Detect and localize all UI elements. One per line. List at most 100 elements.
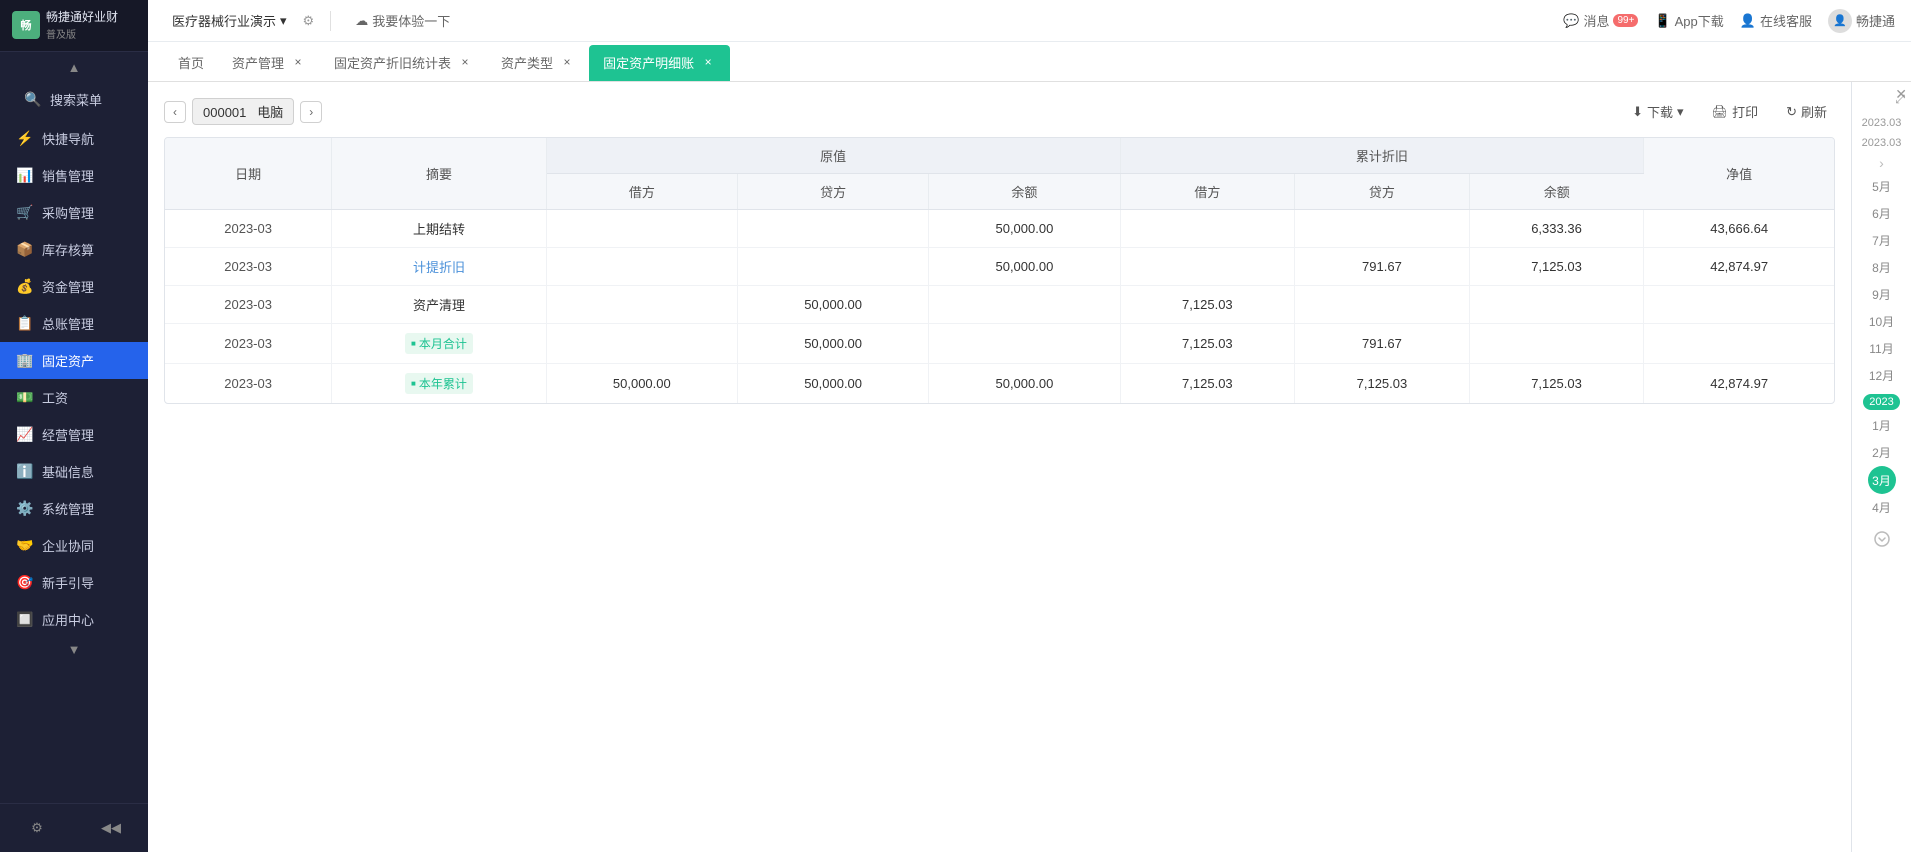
- toolbar: ‹ 000001 电脑 › ⬇: [164, 98, 1835, 125]
- sidebar-item-guide[interactable]: 🎯 新手引导: [0, 564, 148, 601]
- app-download-label: App下载: [1675, 11, 1724, 30]
- sidebar-item-label: 新手引导: [42, 573, 94, 592]
- basic-info-icon: ℹ️: [16, 462, 34, 480]
- download-icon: ⬇: [1632, 104, 1643, 120]
- print-label: 打印: [1732, 102, 1758, 121]
- sidebar-item-quick-nav[interactable]: ⚡ 快捷导航: [0, 120, 148, 157]
- panel-close-button[interactable]: ✕: [1895, 86, 1907, 103]
- print-button[interactable]: 🖨 打印: [1704, 98, 1767, 125]
- table-row: 2023-03本月合计50,000.007,125.03791.67: [165, 324, 1834, 364]
- table-row: 2023-03资产清理50,000.007,125.03: [165, 286, 1834, 324]
- gear-icon[interactable]: ⚙: [303, 13, 315, 29]
- timeline-month-5[interactable]: 5月: [1852, 173, 1911, 200]
- chevron-left-icon: ‹: [173, 105, 177, 119]
- sys-admin-icon: ⚙️: [16, 499, 34, 517]
- tab-close-icon[interactable]: ×: [457, 54, 473, 70]
- tab-home[interactable]: 首页: [164, 45, 218, 81]
- logo-icon: 畅: [12, 11, 40, 39]
- sidebar-item-search[interactable]: 🔍 搜索菜单: [8, 81, 140, 118]
- timeline-month-10[interactable]: 10月: [1852, 308, 1911, 335]
- settings-button[interactable]: ⚙: [21, 812, 53, 844]
- sidebar-item-ledger[interactable]: 📋 总账管理: [0, 305, 148, 342]
- timeline-up-icon[interactable]: ›: [1879, 153, 1884, 173]
- main-area: 医疗器械行业演示 ▾ ⚙ ☁ 我要体验一下 💬 消息 99+ 📱 App下载 👤: [148, 0, 1911, 852]
- sidebar-item-cooperation[interactable]: 🤝 企业协同: [0, 527, 148, 564]
- sidebar-item-purchase[interactable]: 🛒 采购管理: [0, 194, 148, 231]
- sidebar-item-label: 搜索菜单: [50, 90, 102, 109]
- sidebar-item-operations[interactable]: 📈 经营管理: [0, 416, 148, 453]
- prev-asset-button[interactable]: ‹: [164, 101, 186, 123]
- timeline-month-11[interactable]: 11月: [1852, 335, 1911, 362]
- timeline-month-2[interactable]: 2月: [1852, 439, 1911, 466]
- th-summary: 摘要: [332, 138, 546, 210]
- ledger-icon: 📋: [16, 314, 34, 332]
- sidebar-item-label: 采购管理: [42, 203, 94, 222]
- user-avatar[interactable]: 👤 畅捷通: [1828, 9, 1895, 33]
- tab-close-icon[interactable]: ×: [700, 54, 716, 70]
- asset-code: 000001: [203, 105, 246, 120]
- timeline-month-8[interactable]: 8月: [1852, 254, 1911, 281]
- sidebar-scroll-up[interactable]: ▲: [0, 56, 148, 79]
- right-timeline-panel: ✕ ⤢ 2023.03 2023.03 › 5月 6月 7月 8月 9月 10月: [1851, 82, 1911, 852]
- asset-detail-table: 日期 摘要 原值 累计折旧 净值 借方 贷方 余额 借方 贷方 余额: [164, 137, 1835, 404]
- sidebar-item-sales[interactable]: 📊 销售管理: [0, 157, 148, 194]
- th-original-value-group: 原值: [546, 138, 1120, 174]
- sidebar-nav: ▲ 🔍 搜索菜单 ⚡ 快捷导航 📊 销售管理 🛒 采购管理 📦 库存核算 💰 资…: [0, 52, 148, 803]
- quick-nav-icon: ⚡: [16, 129, 34, 147]
- sidebar-item-sys-admin[interactable]: ⚙️ 系统管理: [0, 490, 148, 527]
- print-icon: 🖨: [1712, 104, 1729, 120]
- sidebar-item-label: 固定资产: [42, 351, 94, 370]
- asset-name: 电脑: [257, 105, 283, 120]
- next-asset-button[interactable]: ›: [300, 101, 322, 123]
- download-button[interactable]: ⬇ 下载 ▾: [1624, 98, 1691, 125]
- sidebar-item-payroll[interactable]: 💵 工资: [0, 379, 148, 416]
- company-selector[interactable]: 医疗器械行业演示 ▾: [164, 7, 295, 34]
- timeline-month-4[interactable]: 4月: [1852, 494, 1911, 521]
- sidebar-item-inventory[interactable]: 📦 库存核算: [0, 231, 148, 268]
- experience-icon: ☁: [355, 13, 368, 29]
- tab-close-icon[interactable]: ×: [290, 54, 306, 70]
- timeline-month-7[interactable]: 7月: [1852, 227, 1911, 254]
- sidebar-item-fixed-assets[interactable]: 🏢 固定资产: [0, 342, 148, 379]
- search-icon: 🔍: [24, 90, 42, 108]
- logo-sub: 普及版: [46, 26, 118, 41]
- tab-close-icon[interactable]: ×: [559, 54, 575, 70]
- chevron-right-icon: ›: [309, 105, 313, 119]
- header-left: 医疗器械行业演示 ▾ ⚙ ☁ 我要体验一下: [164, 7, 458, 34]
- sidebar-item-app-center[interactable]: 🔲 应用中心: [0, 601, 148, 638]
- payroll-icon: 💵: [16, 388, 34, 406]
- timeline-month-12[interactable]: 12月: [1852, 362, 1911, 389]
- refresh-button[interactable]: ↻ 刷新: [1778, 98, 1835, 125]
- sidebar-item-basic-info[interactable]: ℹ️ 基础信息: [0, 453, 148, 490]
- messages-icon: 💬: [1563, 13, 1579, 29]
- th-orig-credit: 贷方: [737, 174, 928, 210]
- timeline-month-3[interactable]: 3月: [1852, 466, 1911, 494]
- app-download-button[interactable]: 📱 App下载: [1654, 11, 1723, 30]
- collapse-button[interactable]: ◀◀: [95, 812, 127, 844]
- tab-asset-detail[interactable]: 固定资产明细账 ×: [589, 45, 730, 81]
- tab-asset-mgmt[interactable]: 资产管理 ×: [218, 45, 320, 81]
- sidebar-bottom: ⚙ ◀◀: [0, 803, 148, 852]
- timeline-month-9[interactable]: 9月: [1852, 281, 1911, 308]
- tab-depreciation-table[interactable]: 固定资产折旧统计表 ×: [320, 45, 487, 81]
- download-label: 下载: [1647, 102, 1673, 121]
- experience-label: 我要体验一下: [372, 11, 450, 30]
- experience-button[interactable]: ☁ 我要体验一下: [347, 7, 458, 34]
- timeline-month-1[interactable]: 1月: [1852, 412, 1911, 439]
- sidebar-item-label: 基础信息: [42, 462, 94, 481]
- customer-service-button[interactable]: 👤 在线客服: [1740, 11, 1812, 30]
- th-date: 日期: [165, 138, 332, 210]
- settings-icon: ⚙: [31, 820, 43, 836]
- timeline-month-6[interactable]: 6月: [1852, 200, 1911, 227]
- sidebar-item-label: 快捷导航: [42, 129, 94, 148]
- sidebar-item-finance[interactable]: 💰 资金管理: [0, 268, 148, 305]
- user-name: 畅捷通: [1856, 11, 1895, 30]
- guide-icon: 🎯: [16, 573, 34, 591]
- timeline-down-icon[interactable]: [1874, 529, 1890, 552]
- sidebar-scroll-down[interactable]: ▼: [0, 638, 148, 661]
- tab-asset-type[interactable]: 资产类型 ×: [487, 45, 589, 81]
- th-net-value: 净值: [1644, 138, 1834, 210]
- sidebar-item-label: 企业协同: [42, 536, 94, 555]
- messages-button[interactable]: 💬 消息 99+: [1563, 11, 1638, 30]
- app-center-icon: 🔲: [16, 610, 34, 628]
